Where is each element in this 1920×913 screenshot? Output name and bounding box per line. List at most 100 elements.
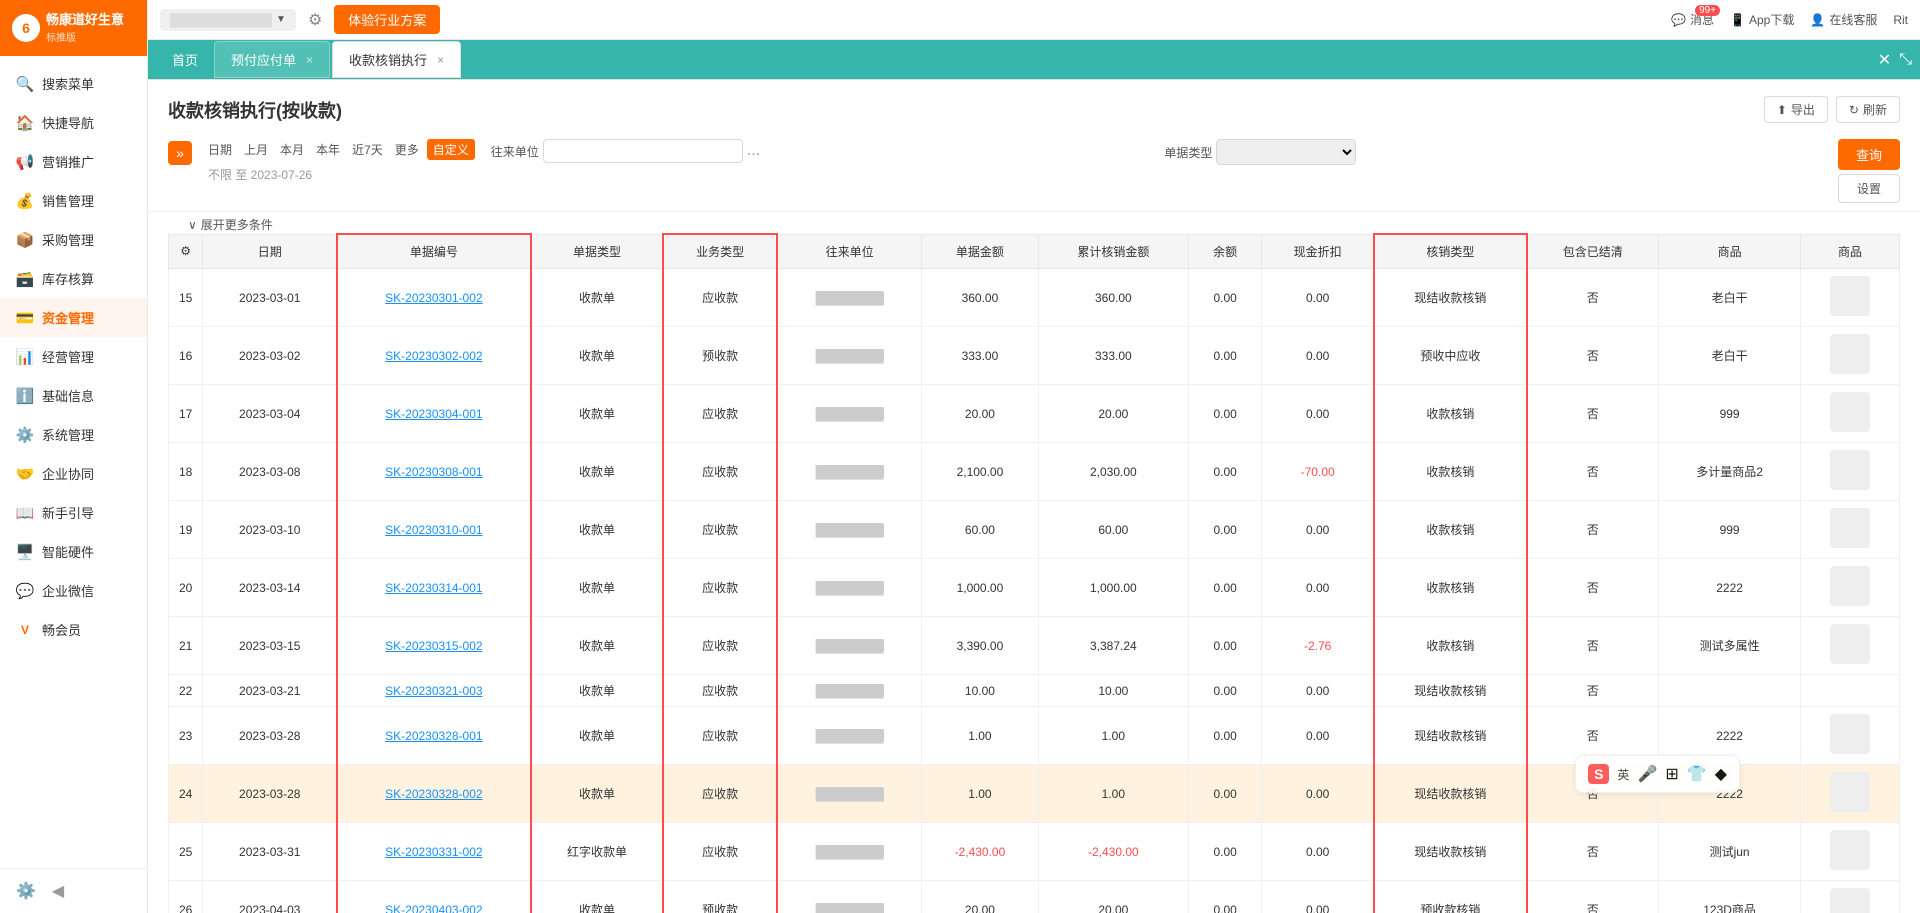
sidebar-item-hardware[interactable]: 🖥️ 智能硬件 <box>0 532 147 571</box>
cell-include-settled: 否 <box>1527 823 1659 881</box>
filter-toggle-button[interactable]: » <box>168 141 192 165</box>
cell-cash-discount: -2.76 <box>1262 617 1375 675</box>
cell-cash-discount: 0.00 <box>1262 707 1375 765</box>
cell-cancel-type: 现结收款核销 <box>1374 707 1526 765</box>
table-row[interactable]: 25 2023-03-31 SK-20230331-002 红字收款单 应收款 … <box>169 823 1900 881</box>
cell-amount: 20.00 <box>922 385 1038 443</box>
unit-more-icon[interactable]: ... <box>747 142 760 160</box>
maximize-icon[interactable]: ⤡ <box>1899 51 1912 69</box>
cell-balance: 0.00 <box>1189 269 1262 327</box>
bill-no-link[interactable]: SK-20230403-002 <box>385 903 482 913</box>
tab-close-icon[interactable]: × <box>306 53 313 67</box>
bill-no-link[interactable]: SK-20230304-001 <box>385 407 482 421</box>
cell-unit: ████████ <box>777 385 922 443</box>
tab-prepay[interactable]: 预付应付单 × <box>214 41 330 78</box>
cell-amount: 20.00 <box>922 881 1038 913</box>
tab-prepay-label: 预付应付单 <box>231 50 296 69</box>
bill-no-link[interactable]: SK-20230328-001 <box>385 729 482 743</box>
cell-goods2 <box>1801 443 1900 501</box>
col-amount: 单据金额 <box>922 234 1038 269</box>
cell-biz-type: 应收款 <box>663 385 776 443</box>
date-btn-this-year[interactable]: 本年 <box>312 139 344 160</box>
cell-goods2 <box>1801 327 1900 385</box>
bill-no-link[interactable]: SK-20230315-002 <box>385 639 482 653</box>
bill-no-link[interactable]: SK-20230314-001 <box>385 581 482 595</box>
topbar: ████████████ ▼ ⚙ 体验行业方案 💬 消息 99+ 📱 App下载… <box>148 0 1920 40</box>
table-row[interactable]: 16 2023-03-02 SK-20230302-002 收款单 预收款 ██… <box>169 327 1900 385</box>
close-window-icon[interactable]: ✕ <box>1878 50 1891 70</box>
date-btn-this-month[interactable]: 本月 <box>276 139 308 160</box>
cell-cancel-type: 收款核销 <box>1374 385 1526 443</box>
refresh-button[interactable]: ↻ 刷新 <box>1836 96 1900 123</box>
cell-biz-type: 应收款 <box>663 559 776 617</box>
tab-home[interactable]: 首页 <box>156 42 214 77</box>
sidebar-item-basic[interactable]: ℹ️ 基础信息 <box>0 376 147 415</box>
sidebar-item-operation[interactable]: 📊 经营管理 <box>0 337 147 376</box>
tab-collect[interactable]: 收款核销执行 × <box>332 41 461 78</box>
export-button[interactable]: ⬆ 导出 <box>1764 96 1828 123</box>
table-row[interactable]: 23 2023-03-28 SK-20230328-001 收款单 应收款 ██… <box>169 707 1900 765</box>
sidebar-item-weixin[interactable]: 💬 企业微信 <box>0 571 147 610</box>
sidebar-item-marketing[interactable]: 📢 营销推广 <box>0 142 147 181</box>
sidebar-item-system[interactable]: ⚙️ 系统管理 <box>0 415 147 454</box>
cell-cancel-type: 预收款核销 <box>1374 881 1526 913</box>
expand-more-button[interactable]: ∨ 展开更多条件 <box>188 216 1920 233</box>
expand-label: 展开更多条件 <box>201 216 273 233</box>
table-row[interactable]: 15 2023-03-01 SK-20230301-002 收款单 应收款 ██… <box>169 269 1900 327</box>
date-btn-last-month[interactable]: 上月 <box>240 139 272 160</box>
bill-no-link[interactable]: SK-20230301-002 <box>385 291 482 305</box>
sidebar-item-member[interactable]: V 畅会员 <box>0 610 147 649</box>
sidebar-item-sales[interactable]: 💰 销售管理 <box>0 181 147 220</box>
workspace-name: ████████████ <box>170 13 272 27</box>
query-button[interactable]: 查询 <box>1838 139 1900 170</box>
bill-no-link[interactable]: SK-20230308-001 <box>385 465 482 479</box>
message-button[interactable]: 💬 消息 99+ <box>1671 11 1714 28</box>
cell-cancel-amount: -2,430.00 <box>1038 823 1189 881</box>
tab-collect-close-icon[interactable]: × <box>437 53 444 67</box>
cell-cancel-amount: 10.00 <box>1038 675 1189 707</box>
workspace-selector[interactable]: ████████████ ▼ <box>160 9 296 31</box>
sidebar-item-quick-nav[interactable]: 🏠 快捷导航 <box>0 103 147 142</box>
table-row[interactable]: 21 2023-03-15 SK-20230315-002 收款单 应收款 ██… <box>169 617 1900 675</box>
table-row[interactable]: 18 2023-03-08 SK-20230308-001 收款单 应收款 ██… <box>169 443 1900 501</box>
cell-bill-no: SK-20230331-002 <box>337 823 530 881</box>
gear-icon[interactable]: ⚙ <box>304 6 326 34</box>
sidebar-item-inventory[interactable]: 🗃️ 库存核算 <box>0 259 147 298</box>
table-row[interactable]: 19 2023-03-10 SK-20230310-001 收款单 应收款 ██… <box>169 501 1900 559</box>
sidebar: 6 畅康道好生意 标推版 🔍 搜索菜单 🏠 快捷导航 📢 营销推广 💰 销售管理… <box>0 0 148 913</box>
app-download-button[interactable]: 📱 App下载 <box>1730 11 1794 28</box>
settings-button[interactable]: 设置 <box>1838 174 1900 203</box>
date-buttons: 上月 本月 本年 近7天 更多 自定义 <box>240 139 475 160</box>
unit-input[interactable] <box>543 139 743 163</box>
table-row[interactable]: 20 2023-03-14 SK-20230314-001 收款单 应收款 ██… <box>169 559 1900 617</box>
date-btn-7days[interactable]: 近7天 <box>348 139 387 160</box>
bill-type-label: 单据类型 <box>1164 144 1212 161</box>
unit-label: 往来单位 <box>491 143 539 160</box>
bill-no-link[interactable]: SK-20230328-002 <box>385 787 482 801</box>
sidebar-item-search[interactable]: 🔍 搜索菜单 <box>0 64 147 103</box>
cell-balance: 0.00 <box>1189 823 1262 881</box>
service-button[interactable]: 👤 在线客服 <box>1810 11 1877 28</box>
bill-no-link[interactable]: SK-20230302-002 <box>385 349 482 363</box>
bill-no-link[interactable]: SK-20230331-002 <box>385 845 482 859</box>
date-btn-custom[interactable]: 自定义 <box>427 139 475 160</box>
filter-bar: » 日期 上月 本月 本年 近7天 更多 自定义 不限 至 2023-07-26 <box>148 131 1920 212</box>
table-row[interactable]: 17 2023-03-04 SK-20230304-001 收款单 应收款 ██… <box>169 385 1900 443</box>
bill-no-link[interactable]: SK-20230321-003 <box>385 684 482 698</box>
sidebar-item-enterprise[interactable]: 🤝 企业协同 <box>0 454 147 493</box>
col-settings[interactable]: ⚙ <box>169 234 203 269</box>
sidebar-item-label: 采购管理 <box>42 230 94 249</box>
solution-button[interactable]: 体验行业方案 <box>334 5 440 34</box>
tab-collect-label: 收款核销执行 <box>349 50 427 69</box>
sidebar-item-finance[interactable]: 💳 资金管理 <box>0 298 147 337</box>
date-btn-more[interactable]: 更多 <box>391 139 423 160</box>
collapse-icon[interactable]: ◀ <box>52 881 64 901</box>
table-row[interactable]: 24 2023-03-28 SK-20230328-002 收款单 应收款 ██… <box>169 765 1900 823</box>
sidebar-item-purchase[interactable]: 📦 采购管理 <box>0 220 147 259</box>
table-row[interactable]: 22 2023-03-21 SK-20230321-003 收款单 应收款 ██… <box>169 675 1900 707</box>
settings-bottom-icon[interactable]: ⚙️ <box>16 881 36 901</box>
bill-no-link[interactable]: SK-20230310-001 <box>385 523 482 537</box>
table-row[interactable]: 26 2023-04-03 SK-20230403-002 收款单 预收款 ██… <box>169 881 1900 913</box>
sidebar-item-guide[interactable]: 📖 新手引导 <box>0 493 147 532</box>
bill-type-select[interactable] <box>1216 139 1356 165</box>
